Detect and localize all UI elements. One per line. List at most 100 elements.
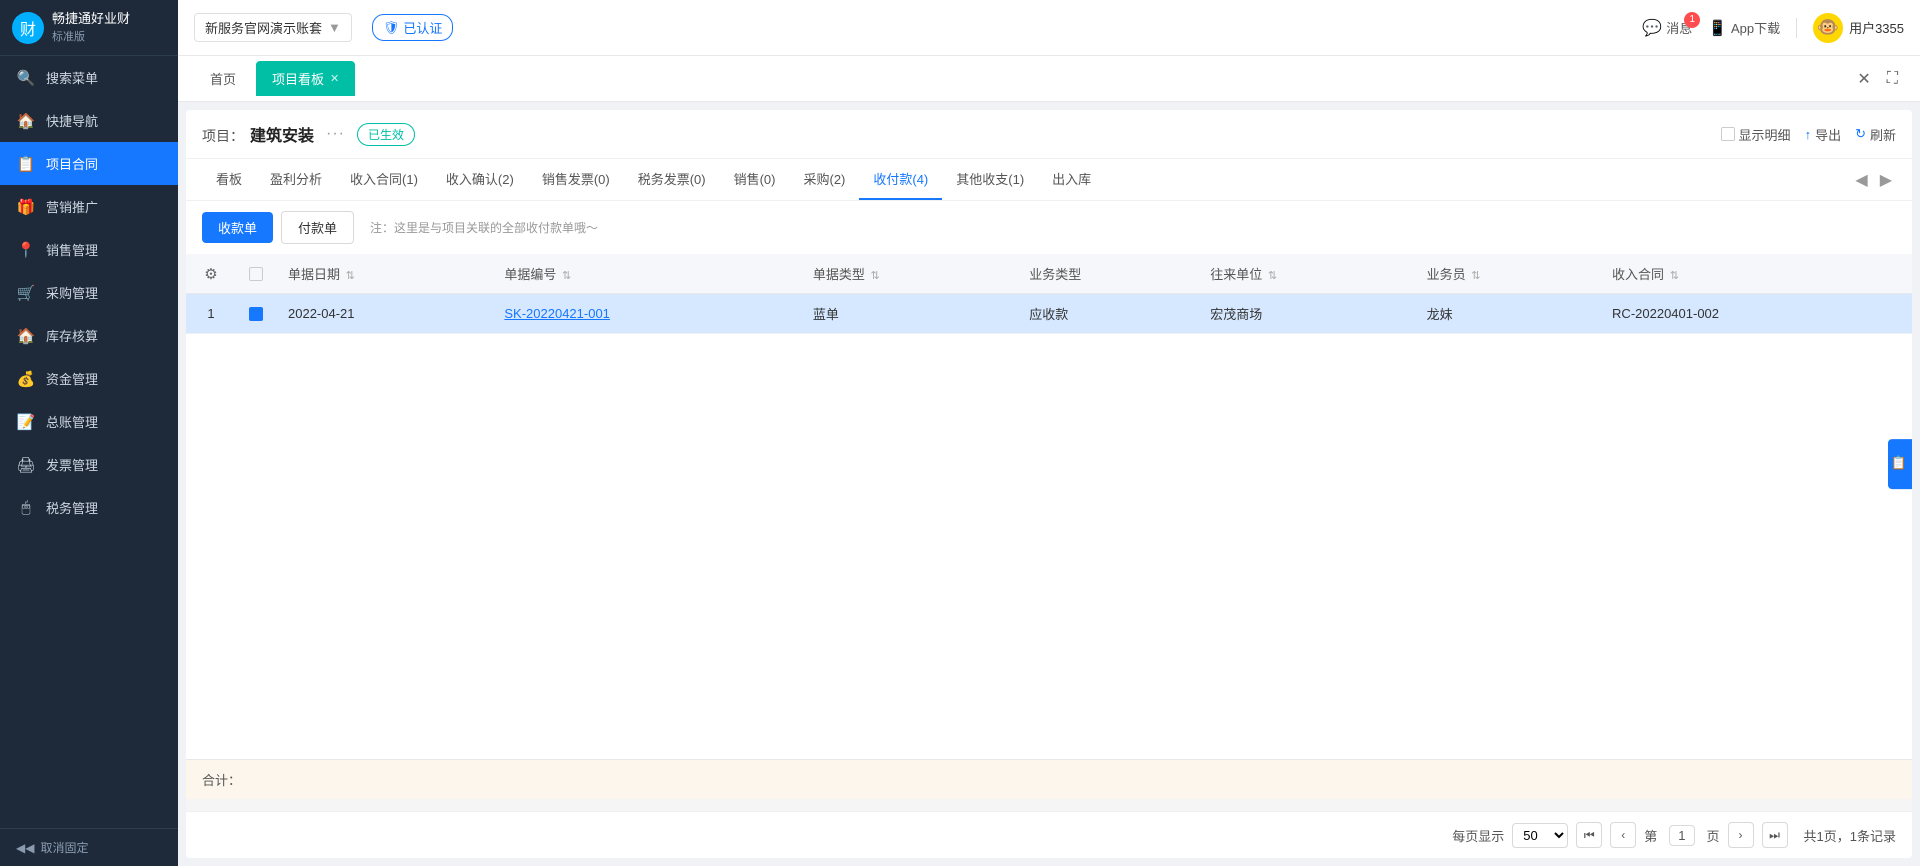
sidebar-item-label: 发票管理: [46, 455, 98, 474]
app-download-button[interactable]: 📱 App下载: [1708, 18, 1780, 37]
sidebar-item-invoice[interactable]: 🖨 发票管理: [0, 443, 178, 486]
export-action[interactable]: ↑ 导出: [1805, 125, 1842, 144]
tax-icon: 🖱: [16, 499, 36, 516]
more-options-button[interactable]: ···: [326, 125, 345, 143]
sub-tab-board[interactable]: 看板: [202, 159, 256, 200]
show-detail-checkbox[interactable]: [1721, 127, 1735, 141]
tab-project-board[interactable]: 项目看板 ✕: [256, 61, 355, 96]
sidebar-item-sales[interactable]: 📍 销售管理: [0, 228, 178, 271]
sidebar-item-label: 快捷导航: [46, 111, 98, 130]
collection-bill-button[interactable]: 收款单: [202, 212, 273, 243]
sort-partner-icon[interactable]: ⇅: [1268, 270, 1277, 282]
message-button[interactable]: 💬 消息 1: [1642, 18, 1692, 38]
table-settings-icon[interactable]: ⚙: [204, 266, 217, 283]
pagination: 每页显示 50 100 200 ⏮ ‹ 第 1 页 › ⏭ 共1页，1条记录: [186, 811, 1912, 858]
sub-tab-next-btn[interactable]: ▶: [1876, 170, 1896, 190]
th-doc-type-label: 单据类型: [813, 267, 865, 282]
refresh-action[interactable]: ↻ 刷新: [1855, 125, 1896, 144]
sidebar-item-contract[interactable]: 📋 项目合同: [0, 142, 178, 185]
tab-close-icon[interactable]: ✕: [330, 72, 339, 85]
doc-number-link[interactable]: SK-20220421-001: [504, 306, 610, 321]
unpin-icon: ◀◀: [16, 841, 34, 855]
sidebar-item-tax[interactable]: 🖱 税务管理: [0, 486, 178, 529]
sidebar-item-inventory[interactable]: 🏠 库存核算: [0, 314, 178, 357]
sub-tab-income-contract[interactable]: 收入合同(1): [336, 159, 432, 200]
page-suffix: 页: [1707, 826, 1720, 845]
sub-tab-profit[interactable]: 盈利分析: [256, 159, 336, 200]
sub-tab-board-label: 看板: [216, 172, 242, 187]
sort-income-contract-icon[interactable]: ⇅: [1670, 270, 1679, 282]
close-window-button[interactable]: ✕: [1851, 69, 1876, 89]
td-index: 1: [186, 294, 236, 334]
sidebar-unpin[interactable]: ◀◀ 取消固定: [0, 828, 178, 866]
th-checkbox: [236, 254, 276, 294]
project-header-actions: 显示明细 ↑ 导出 ↻ 刷新: [1721, 125, 1896, 144]
td-partner: 宏茂商场: [1198, 294, 1414, 334]
th-number: 单据编号 ⇅: [492, 254, 800, 294]
page-number: 1: [1669, 825, 1694, 846]
td-checkbox[interactable]: [236, 294, 276, 334]
sales-icon: 📍: [16, 241, 36, 259]
sort-salesperson-icon[interactable]: ⇅: [1471, 270, 1480, 282]
sort-date-icon[interactable]: ⇅: [346, 270, 355, 282]
total-label: 合计：: [202, 773, 241, 788]
side-action-button[interactable]: 📋: [1888, 439, 1912, 489]
sub-tab-sales[interactable]: 销售(0): [720, 159, 790, 200]
project-selector[interactable]: 新服务官网演示账套 ▼: [194, 13, 352, 42]
th-partner-label: 往来单位: [1210, 267, 1262, 282]
last-page-button[interactable]: ⏭: [1762, 822, 1788, 848]
phone-icon: 📱: [1708, 19, 1727, 37]
sidebar-item-label: 销售管理: [46, 240, 98, 259]
chevron-down-icon: ▼: [328, 20, 341, 35]
payment-bill-button[interactable]: 付款单: [281, 211, 354, 244]
prev-page-button[interactable]: ‹: [1610, 822, 1636, 848]
sub-tab-tax-invoice[interactable]: 税务发票(0): [624, 159, 720, 200]
table-row[interactable]: 1 2022-04-21 SK-20220421-001 蓝单 应收款 宏茂商场: [186, 294, 1912, 334]
show-detail-label: 显示明细: [1739, 125, 1791, 144]
sub-tab-payment[interactable]: 收付款(4): [859, 159, 942, 200]
sidebar-item-marketing[interactable]: 🎁 营销推广: [0, 185, 178, 228]
first-page-button[interactable]: ⏮: [1576, 822, 1602, 848]
sub-tab-prev-btn[interactable]: ◀: [1851, 170, 1871, 190]
sub-tab-income-confirm[interactable]: 收入确认(2): [432, 159, 528, 200]
app-name: 畅捷通好业财: [52, 11, 130, 28]
sub-tabs: 看板 盈利分析 收入合同(1) 收入确认(2) 销售发票(0) 税务发票(0) …: [186, 159, 1912, 201]
avatar: 🐵: [1813, 13, 1843, 43]
select-all-checkbox[interactable]: [249, 267, 263, 281]
side-action-icon: 📋: [1893, 455, 1908, 473]
pagination-total: 共1页，1条记录: [1804, 826, 1896, 845]
next-page-button[interactable]: ›: [1728, 822, 1754, 848]
sidebar-item-ledger[interactable]: 📝 总账管理: [0, 400, 178, 443]
sidebar-item-quick[interactable]: 🏠 快捷导航: [0, 99, 178, 142]
sub-tab-purchase-label: 采购(2): [803, 172, 845, 187]
inventory-icon: 🏠: [16, 327, 36, 345]
per-page-select[interactable]: 50 100 200: [1512, 823, 1568, 848]
sidebar-footer-label: 取消固定: [40, 839, 88, 856]
table-horizontal-scrollbar[interactable]: [186, 799, 1912, 811]
project-name: 建筑安装: [250, 128, 314, 145]
sort-doc-type-icon[interactable]: ⇅: [870, 270, 879, 282]
sub-tab-sales-label: 销售(0): [734, 172, 776, 187]
row-checkbox[interactable]: [249, 307, 263, 321]
th-biz-type-label: 业务类型: [1029, 267, 1081, 282]
export-icon: ↑: [1805, 127, 1812, 142]
sidebar-item-label: 采购管理: [46, 283, 98, 302]
project-selector-label: 新服务官网演示账套: [205, 18, 322, 37]
th-income-contract-label: 收入合同: [1612, 267, 1664, 282]
sub-tab-in-out[interactable]: 出入库: [1038, 159, 1105, 200]
content-panel: 项目：建筑安装 ··· 已生效 显示明细 ↑ 导出 ↻ 刷新: [186, 110, 1912, 858]
show-detail-action[interactable]: 显示明细: [1721, 125, 1791, 144]
sub-tab-sales-invoice[interactable]: 销售发票(0): [528, 159, 624, 200]
user-menu[interactable]: 🐵 用户3355: [1813, 13, 1904, 43]
expand-button[interactable]: ⛶: [1881, 70, 1904, 88]
tab-home[interactable]: 首页: [194, 61, 252, 96]
sidebar-item-purchase[interactable]: 🛒 采购管理: [0, 271, 178, 314]
sort-number-icon[interactable]: ⇅: [562, 270, 571, 282]
sub-tab-other-expense[interactable]: 其他收支(1): [942, 159, 1038, 200]
sidebar-item-finance[interactable]: 💰 资金管理: [0, 357, 178, 400]
th-date: 单据日期 ⇅: [276, 254, 492, 294]
sidebar-item-search[interactable]: 🔍 搜索菜单: [0, 56, 178, 99]
table-total-footer: 合计：: [186, 759, 1912, 799]
sidebar-item-label: 营销推广: [46, 197, 98, 216]
sub-tab-purchase[interactable]: 采购(2): [789, 159, 859, 200]
